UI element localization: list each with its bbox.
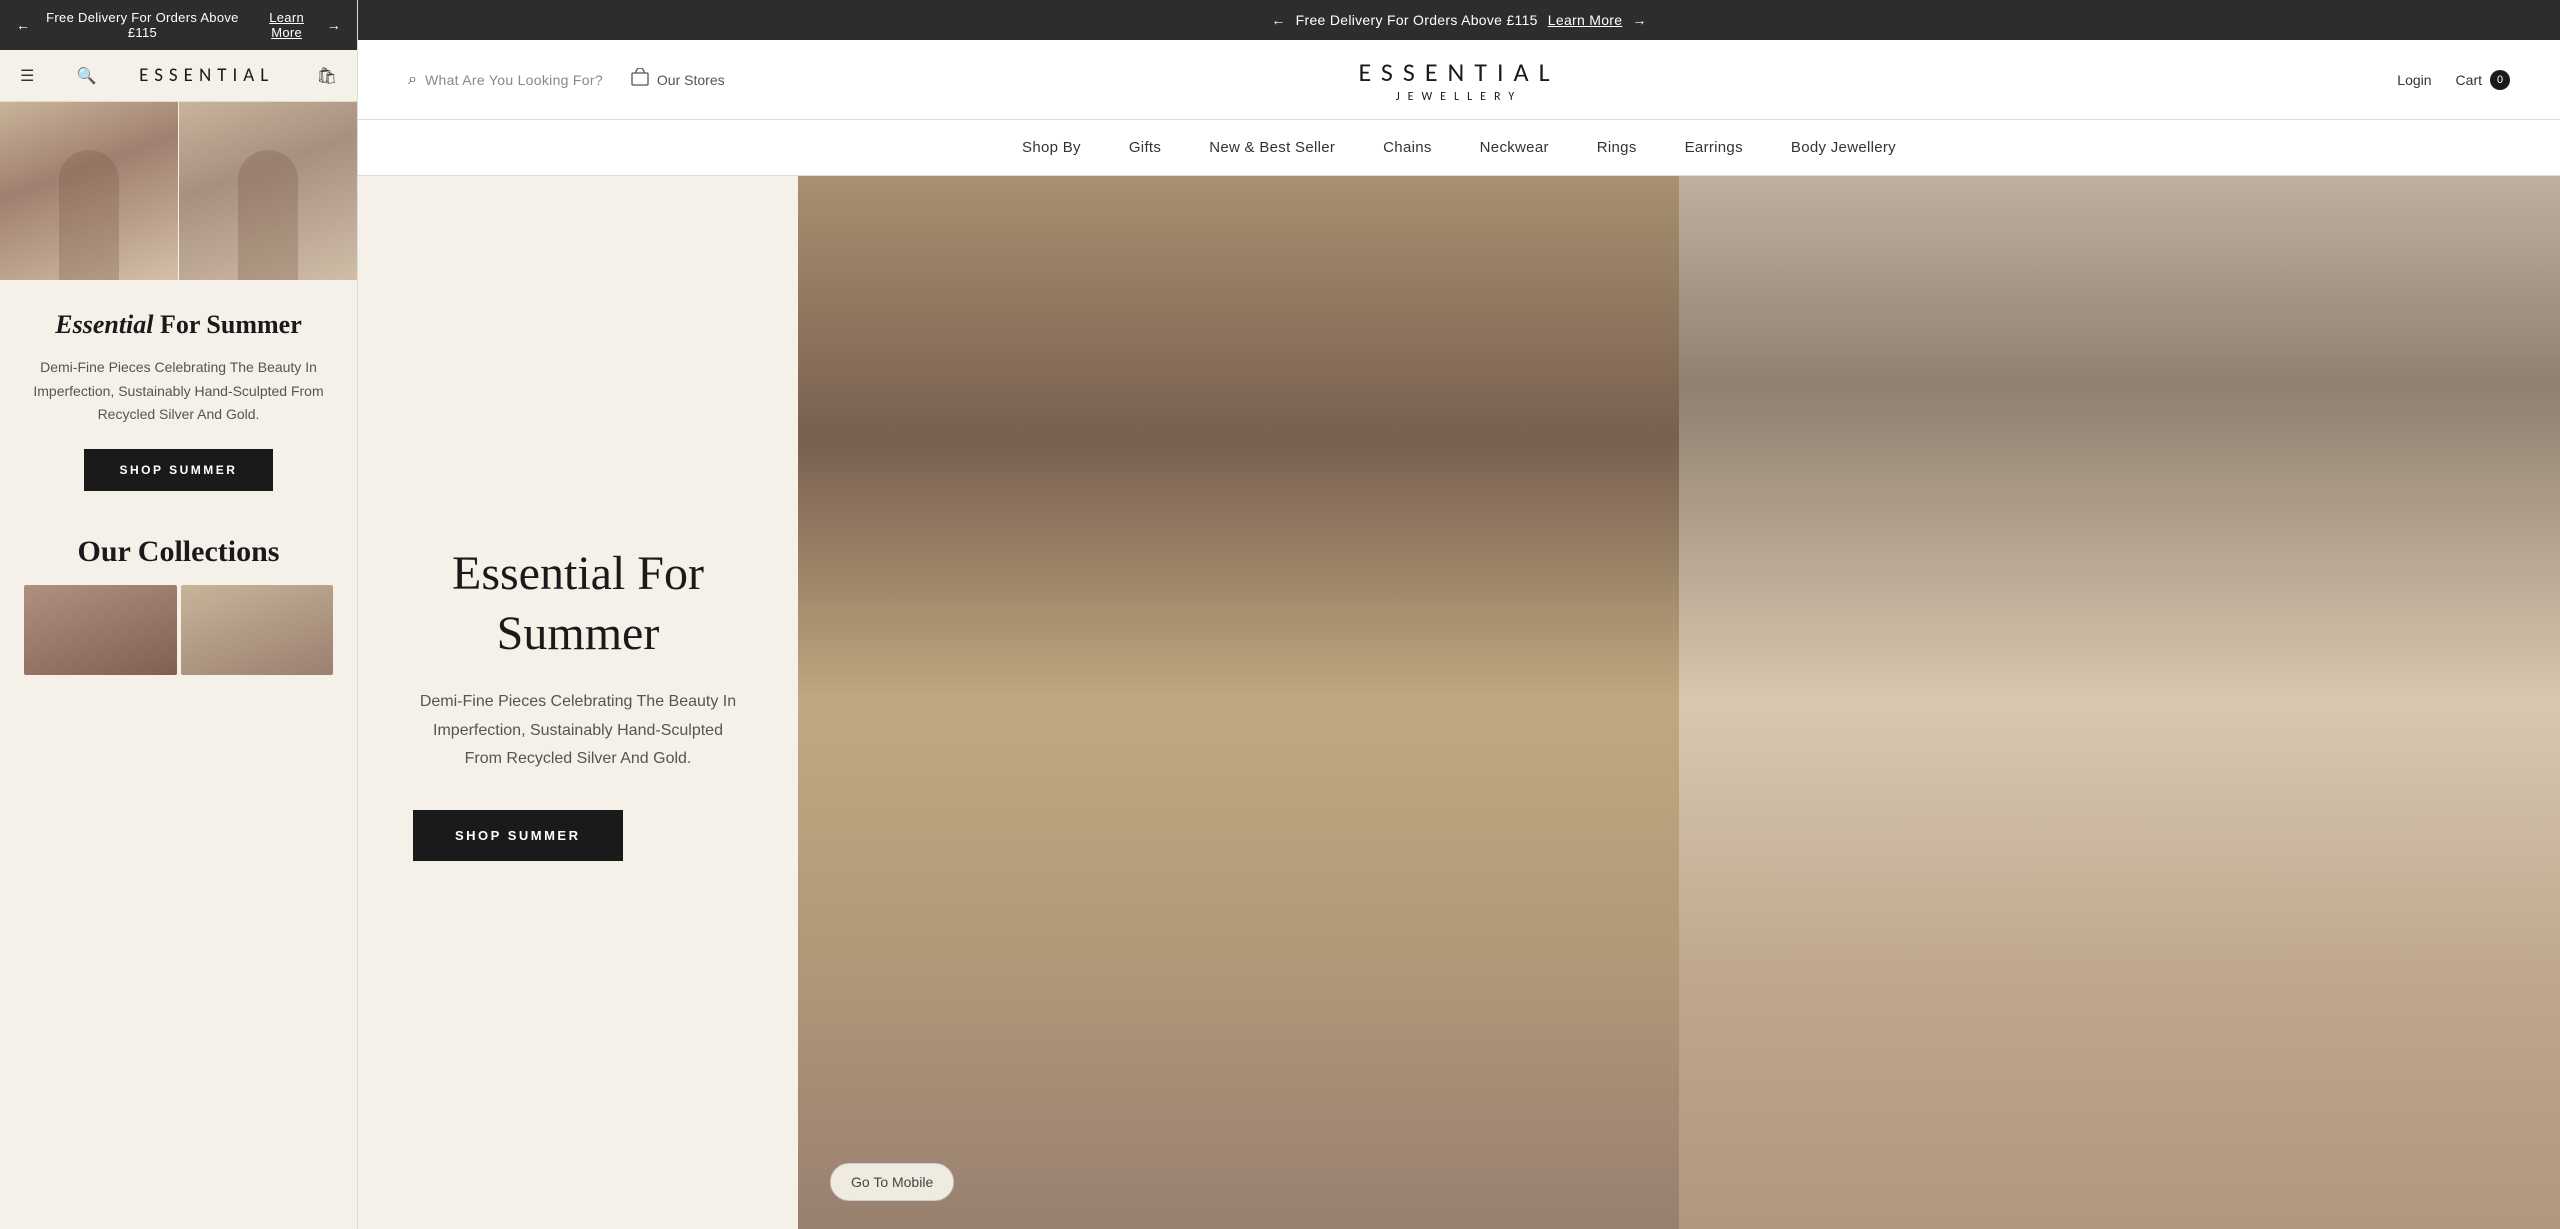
- mobile-hero-images: [0, 102, 357, 280]
- desktop-hero: Essential For Summer Demi-Fine Pieces Ce…: [358, 176, 2560, 1229]
- mobile-announcement-bar: ← Free Delivery For Orders Above £115 Le…: [0, 0, 357, 50]
- nav-item-gifts[interactable]: Gifts: [1129, 121, 1161, 174]
- desktop-logo: ESSENTIAL JEWELLERY: [1358, 56, 1559, 104]
- mobile-hero-section: Essential For Summer Demi-Fine Pieces Ce…: [0, 280, 357, 511]
- mobile-header: ☰ 🔍 ESSENTIAL 🛍: [0, 50, 357, 102]
- desktop-header: ⌕ What Are You Looking For? Our Stores E…: [358, 40, 2560, 120]
- desktop-shop-summer-button[interactable]: SHOP SUMMER: [413, 810, 623, 861]
- desktop-hero-title: Essential For Summer: [413, 544, 743, 664]
- desktop-search-container[interactable]: ⌕ What Are You Looking For?: [408, 71, 603, 89]
- desktop-logo-main: ESSENTIAL: [1358, 56, 1559, 88]
- mobile-hero-image-right: [179, 102, 357, 280]
- mobile-hero-title: Essential For Summer: [24, 308, 333, 342]
- desktop-hero-image-2: [1679, 176, 2560, 1229]
- mobile-panel: ← Free Delivery For Orders Above £115 Le…: [0, 0, 358, 1229]
- desktop-hero-wrapper: Essential For Summer Demi-Fine Pieces Ce…: [358, 176, 2560, 1229]
- desktop-panel: ← Free Delivery For Orders Above £115 Le…: [358, 0, 2560, 1229]
- nav-item-shop-by[interactable]: Shop By: [1022, 121, 1081, 174]
- desktop-prev-arrow[interactable]: ←: [1271, 12, 1285, 28]
- menu-icon[interactable]: ☰: [20, 66, 34, 86]
- desktop-learn-more-link[interactable]: Learn More: [1548, 12, 1623, 28]
- mobile-hero-title-italic: Essential: [55, 310, 153, 339]
- mobile-collections-preview: [24, 585, 333, 675]
- cart-count-badge: 0: [2490, 70, 2510, 90]
- mobile-learn-more-link[interactable]: Learn More: [255, 10, 319, 40]
- mobile-hero-description: Demi-Fine Pieces Celebrating The Beauty …: [24, 356, 333, 427]
- mobile-collections-title: Our Collections: [24, 535, 333, 569]
- nav-item-rings[interactable]: Rings: [1597, 121, 1637, 174]
- nav-item-neckwear[interactable]: Neckwear: [1480, 121, 1549, 174]
- desktop-announcement-text: Free Delivery For Orders Above £115: [1296, 12, 1538, 28]
- cart-icon[interactable]: 🛍: [317, 66, 337, 86]
- desktop-logo-sub: JEWELLERY: [1358, 90, 1559, 104]
- go-to-mobile-button[interactable]: Go To Mobile: [830, 1163, 954, 1201]
- nav-item-earrings[interactable]: Earrings: [1685, 121, 1743, 174]
- mobile-prev-arrow[interactable]: ←: [16, 17, 30, 33]
- desktop-hero-image-1: [798, 176, 1679, 1229]
- mobile-shop-summer-button[interactable]: SHOP SUMMER: [84, 449, 274, 491]
- mobile-collections-section: Our Collections: [0, 511, 357, 691]
- desktop-announcement-bar: ← Free Delivery For Orders Above £115 Le…: [358, 0, 2560, 40]
- mobile-hero-image-left: [0, 102, 178, 280]
- desktop-hero-description: Demi-Fine Pieces Celebrating The Beauty …: [413, 688, 743, 774]
- desktop-search-placeholder[interactable]: What Are You Looking For?: [425, 72, 603, 88]
- desktop-header-right: Login Cart 0: [2397, 70, 2510, 90]
- nav-item-chains[interactable]: Chains: [1383, 121, 1432, 174]
- stores-icon: [631, 68, 649, 91]
- search-icon[interactable]: 🔍: [77, 66, 97, 86]
- mobile-collection-item-1[interactable]: [24, 585, 177, 675]
- desktop-stores-link[interactable]: Our Stores: [631, 68, 725, 91]
- desktop-hero-text: Essential For Summer Demi-Fine Pieces Ce…: [358, 176, 798, 1229]
- desktop-header-left: ⌕ What Are You Looking For? Our Stores: [408, 68, 725, 91]
- mobile-hero-title-rest: For Summer: [153, 310, 301, 339]
- search-icon: ⌕: [408, 71, 417, 89]
- nav-item-new-best-seller[interactable]: New & Best Seller: [1209, 121, 1335, 174]
- mobile-collection-item-2[interactable]: [181, 585, 334, 675]
- nav-item-body-jewellery[interactable]: Body Jewellery: [1791, 121, 1896, 174]
- mobile-next-arrow[interactable]: →: [327, 17, 341, 33]
- desktop-login-button[interactable]: Login: [2397, 72, 2431, 88]
- desktop-navigation: Shop By Gifts New & Best Seller Chains N…: [358, 120, 2560, 176]
- desktop-cart-button[interactable]: Cart 0: [2456, 70, 2510, 90]
- mobile-announcement-text: Free Delivery For Orders Above £115: [38, 10, 246, 40]
- cart-label: Cart: [2456, 72, 2482, 88]
- mobile-logo: ESSENTIAL: [139, 64, 274, 87]
- stores-label: Our Stores: [657, 72, 725, 88]
- desktop-next-arrow[interactable]: →: [1632, 12, 1646, 28]
